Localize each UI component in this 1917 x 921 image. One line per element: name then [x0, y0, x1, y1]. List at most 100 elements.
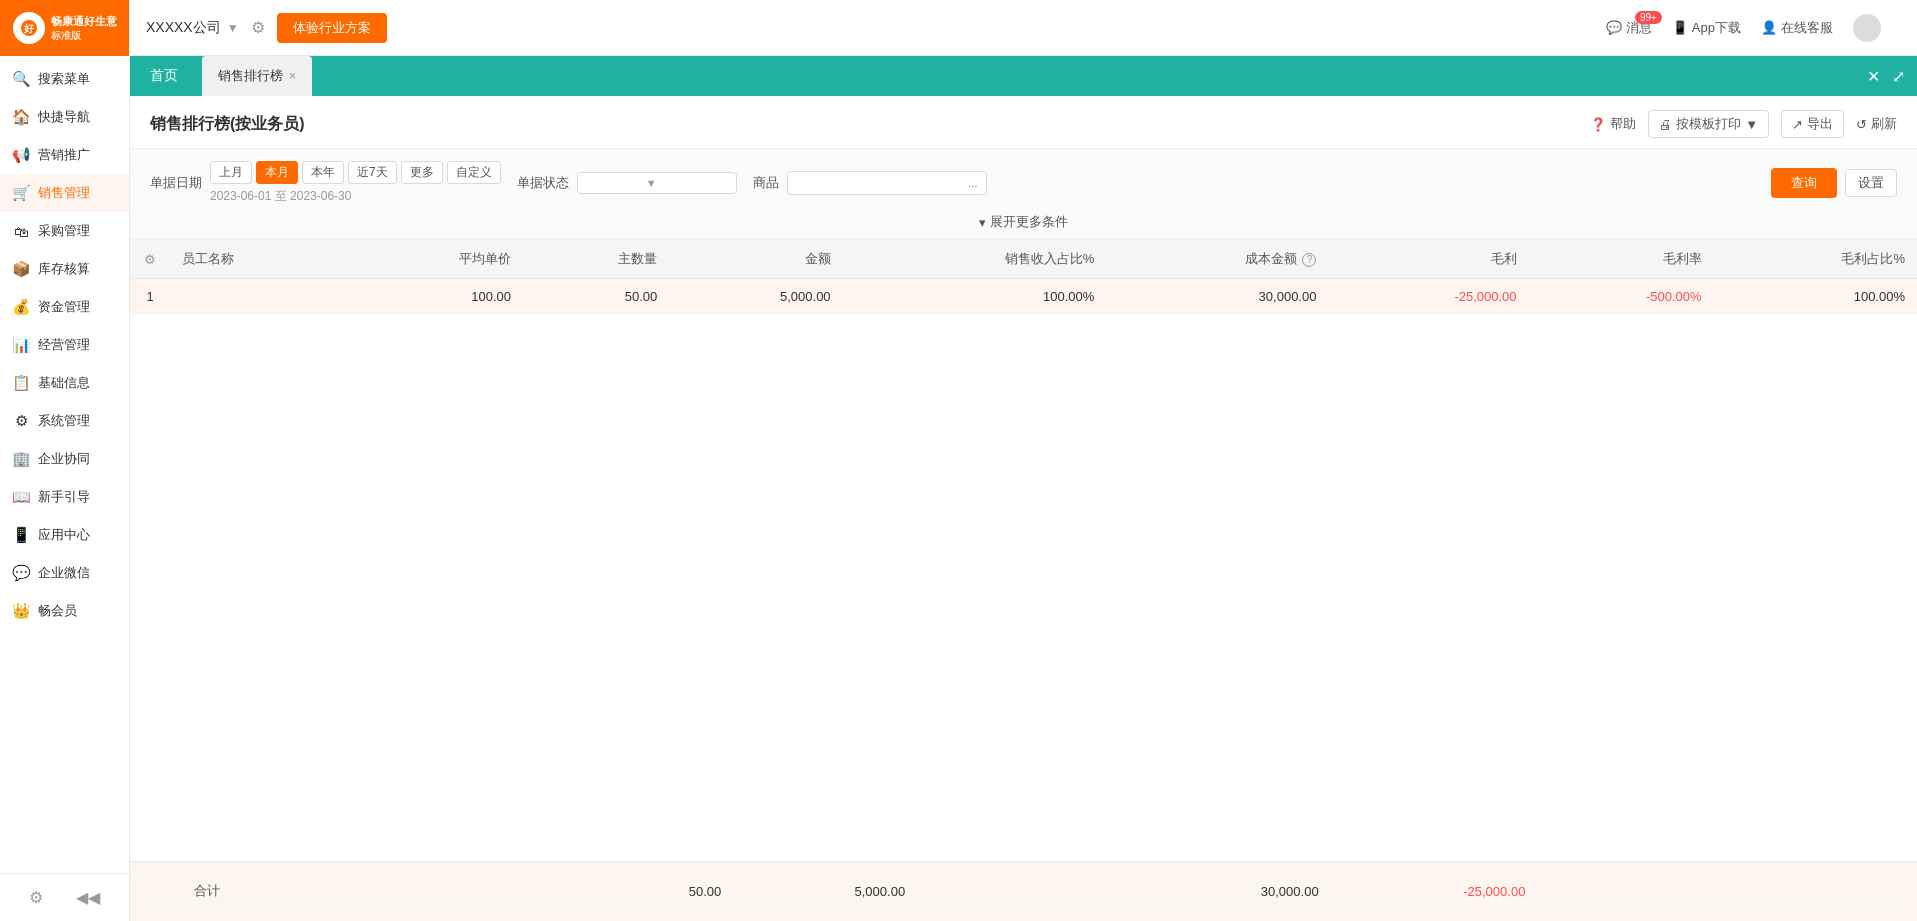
date-btn-this-month[interactable]: 本月 — [256, 161, 298, 184]
col-gross-pct: 毛利占比% — [1714, 240, 1917, 279]
page-header: 销售排行榜(按业务员) ❓ 帮助 🖨 按模板打印 ▼ ↗ 导出 — [130, 96, 1917, 149]
company-selector[interactable]: XXXXX公司 ▼ — [146, 19, 239, 37]
footer-row: 合计 50.00 5,000.00 30,000.00 -25,000.00 — [142, 872, 1905, 911]
main-area: XXXXX公司 ▼ ⚙ 体验行业方案 💬 消息 99+ 📱 App下载 👤 在线… — [130, 0, 1917, 921]
date-btn-last-month[interactable]: 上月 — [210, 161, 252, 184]
topbar-right: 💬 消息 99+ 📱 App下载 👤 在线客服 — [1606, 14, 1901, 42]
cell-index: 1 — [130, 279, 170, 315]
sidebar-item-quick-nav[interactable]: 🏠 快捷导航 — [0, 98, 129, 136]
app-name: 畅康通好生意 标准版 — [51, 14, 117, 41]
service-icon: 👤 — [1761, 20, 1777, 35]
app-download-btn[interactable]: 📱 App下载 — [1672, 19, 1741, 37]
help-icon: ❓ — [1590, 117, 1606, 132]
online-service-btn[interactable]: 👤 在线客服 — [1761, 19, 1833, 37]
filter-row: 单据日期 上月 本月 本年 近7天 更多 自定义 2023-06-01 至 20… — [150, 161, 1897, 205]
col-gross: 毛利 — [1328, 240, 1528, 279]
cell-amount: 5,000.00 — [669, 279, 842, 315]
guide-icon: 📖 — [12, 488, 30, 506]
settings-icon[interactable]: ⚙ — [251, 18, 265, 37]
date-btn-this-year[interactable]: 本年 — [302, 161, 344, 184]
print-button[interactable]: 🖨 按模板打印 ▼ — [1648, 110, 1769, 138]
page-actions: ❓ 帮助 🖨 按模板打印 ▼ ↗ 导出 ↺ 刷新 — [1590, 110, 1897, 138]
sidebar-item-basic[interactable]: 📋 基础信息 — [0, 364, 129, 402]
expand-row: ▾ 展开更多条件 — [150, 213, 1897, 231]
sidebar-item-enterprise[interactable]: 🏢 企业协同 — [0, 440, 129, 478]
cell-employee-name — [170, 279, 347, 315]
date-btn-more[interactable]: 更多 — [401, 161, 443, 184]
finance-icon: 💰 — [12, 298, 30, 316]
status-dropdown-arrow: ▼ — [646, 177, 657, 189]
expand-more-button[interactable]: ▾ 展开更多条件 — [979, 213, 1068, 231]
sidebar: 好 畅康通好生意 标准版 🔍 搜索菜单 🏠 快捷导航 📢 营销推广 🛒 销售管理… — [0, 0, 130, 921]
filter-area: 单据日期 上月 本月 本年 近7天 更多 自定义 2023-06-01 至 20… — [130, 149, 1917, 240]
cell-avg-price: 100.00 — [347, 279, 524, 315]
collapse-icon[interactable]: ◀◀ — [76, 888, 100, 907]
cell-main-qty: 50.00 — [523, 279, 669, 315]
tab-close-icon[interactable]: × — [289, 69, 296, 83]
cell-sales-pct: 100.00% — [843, 279, 1107, 315]
goods-input[interactable]: ... — [787, 171, 987, 195]
tabbar: 首页 销售排行榜 × ✕ ⤢ — [130, 56, 1917, 96]
help-button[interactable]: ❓ 帮助 — [1590, 115, 1636, 133]
sidebar-item-member[interactable]: 👑 畅会员 — [0, 592, 129, 630]
system-icon: ⚙ — [12, 412, 30, 430]
col-cost: 成本金额 ? — [1106, 240, 1328, 279]
col-gross-rate: 毛利率 — [1529, 240, 1714, 279]
date-btn-7days[interactable]: 近7天 — [348, 161, 397, 184]
sidebar-nav: 🔍 搜索菜单 🏠 快捷导航 📢 营销推广 🛒 销售管理 🛍 采购管理 📦 库存核… — [0, 56, 129, 873]
avatar[interactable] — [1853, 14, 1881, 42]
message-btn[interactable]: 💬 消息 99+ — [1606, 19, 1652, 37]
sidebar-item-operations[interactable]: 📊 经营管理 — [0, 326, 129, 364]
table-header-row: ⚙ 员工名称 平均单价 主数量 金额 销售收入占比% 成本金额 ? 毛利 — [130, 240, 1917, 279]
sidebar-footer: ⚙ ◀◀ — [0, 873, 129, 921]
export-button[interactable]: ↗ 导出 — [1781, 110, 1844, 138]
cell-gross: -25,000.00 — [1328, 279, 1528, 315]
footer-cost: 30,000.00 — [1124, 872, 1331, 911]
export-icon: ↗ — [1792, 117, 1803, 132]
sidebar-item-purchase[interactable]: 🛍 采购管理 — [0, 212, 129, 250]
sidebar-item-inventory[interactable]: 📦 库存核算 — [0, 250, 129, 288]
sidebar-item-system[interactable]: ⚙ 系统管理 — [0, 402, 129, 440]
cell-gross-rate: -500.00% — [1529, 279, 1714, 315]
query-button[interactable]: 查询 — [1771, 168, 1837, 198]
date-btn-custom[interactable]: 自定义 — [447, 161, 501, 184]
sidebar-item-guide[interactable]: 📖 新手引导 — [0, 478, 129, 516]
table-settings-button[interactable]: 设置 — [1845, 169, 1897, 197]
tab-expand-icon[interactable]: ⤢ — [1892, 67, 1905, 86]
operations-icon: 📊 — [12, 336, 30, 354]
sidebar-item-finance[interactable]: 💰 资金管理 — [0, 288, 129, 326]
footer-gross: -25,000.00 — [1331, 872, 1538, 911]
footer-amount: 5,000.00 — [733, 872, 917, 911]
refresh-icon: ↺ — [1856, 117, 1867, 132]
settings-col-icon[interactable]: ⚙ — [144, 252, 156, 267]
trial-button[interactable]: 体验行业方案 — [277, 13, 387, 43]
goods-more-icon[interactable]: ... — [968, 176, 978, 190]
tab-home[interactable]: 首页 — [130, 56, 198, 96]
message-badge: 99+ — [1635, 11, 1662, 24]
tab-sales-ranking[interactable]: 销售排行榜 × — [202, 56, 312, 96]
status-select[interactable]: ▼ — [577, 172, 737, 194]
wechat-icon: 💬 — [12, 564, 30, 582]
company-name: XXXXX公司 — [146, 19, 221, 37]
sidebar-item-wechat[interactable]: 💬 企业微信 — [0, 554, 129, 592]
refresh-button[interactable]: ↺ 刷新 — [1856, 115, 1897, 133]
date-range-buttons: 上月 本月 本年 近7天 更多 自定义 — [210, 161, 501, 184]
settings-footer-icon[interactable]: ⚙ — [29, 888, 43, 907]
svg-text:好: 好 — [23, 23, 35, 34]
cell-cost: 30,000.00 — [1106, 279, 1328, 315]
ranking-table: ⚙ 员工名称 平均单价 主数量 金额 销售收入占比% 成本金额 ? 毛利 — [130, 240, 1917, 315]
col-amount: 金额 — [669, 240, 842, 279]
enterprise-icon: 🏢 — [12, 450, 30, 468]
topbar: XXXXX公司 ▼ ⚙ 体验行业方案 💬 消息 99+ 📱 App下载 👤 在线… — [130, 0, 1917, 56]
tab-minimize-icon[interactable]: ✕ — [1867, 67, 1880, 86]
cost-info-icon[interactable]: ? — [1302, 253, 1316, 267]
sidebar-item-app-center[interactable]: 📱 应用中心 — [0, 516, 129, 554]
footer-label: 合计 — [182, 872, 366, 911]
sidebar-item-marketing[interactable]: 📢 营销推广 — [0, 136, 129, 174]
sidebar-item-sales[interactable]: 🛒 销售管理 — [0, 174, 129, 212]
table-footer: 合计 50.00 5,000.00 30,000.00 -25,000.00 — [130, 861, 1917, 921]
sidebar-item-search[interactable]: 🔍 搜索菜单 — [0, 60, 129, 98]
search-icon: 🔍 — [12, 70, 30, 88]
footer-sales-pct — [917, 872, 1124, 911]
col-avg-price: 平均单价 — [347, 240, 524, 279]
